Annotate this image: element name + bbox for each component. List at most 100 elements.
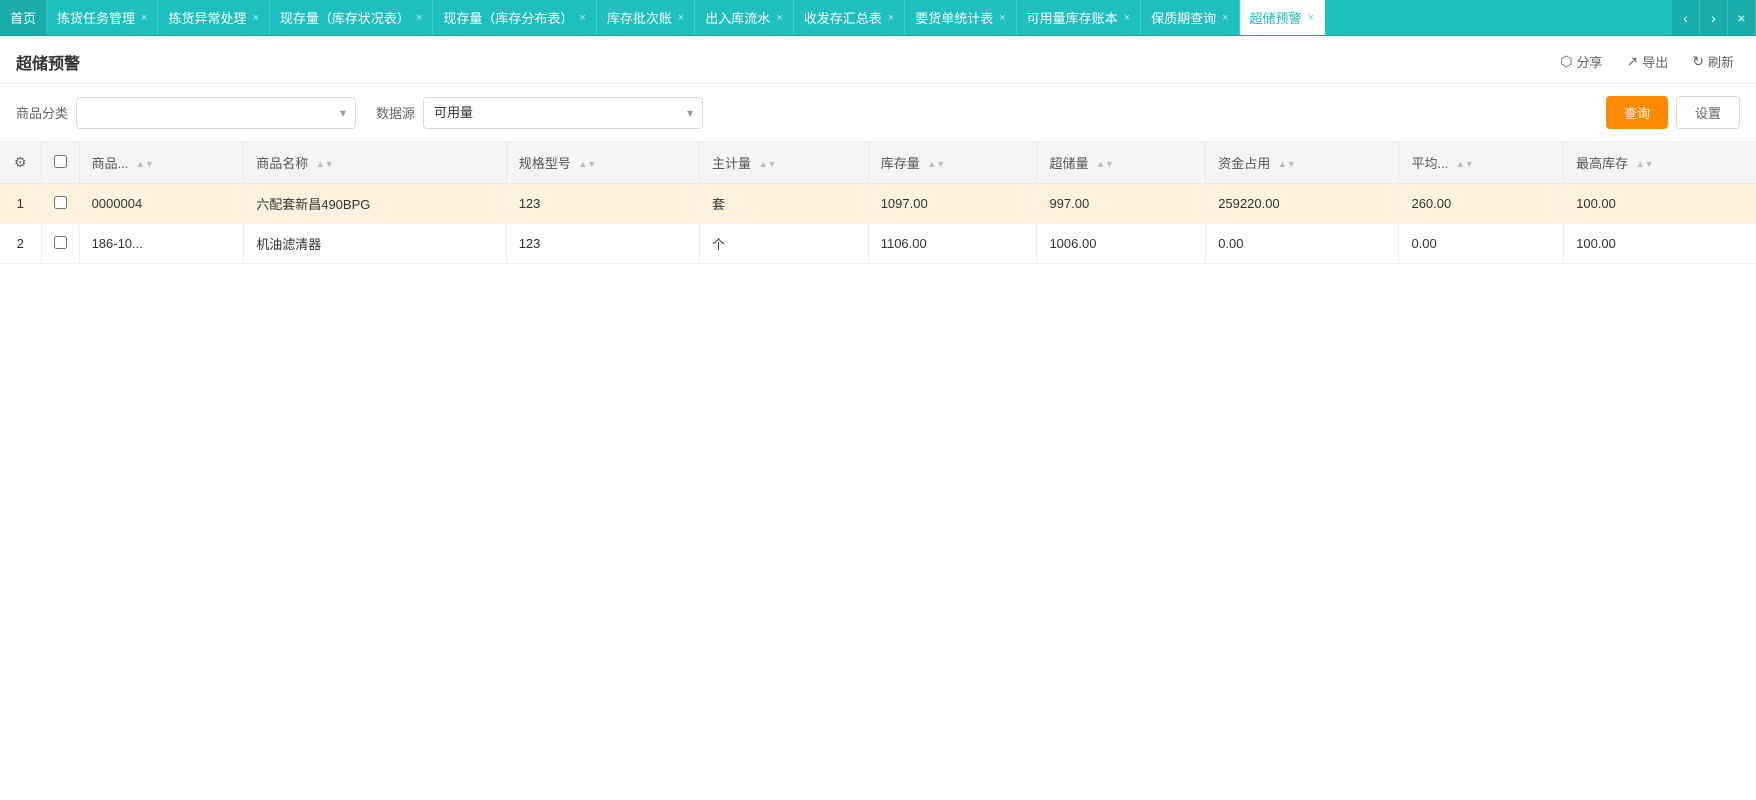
column-settings-button[interactable]: ⚙ <box>12 152 29 173</box>
close-icon[interactable]: × <box>141 12 147 24</box>
nav-item-requisition[interactable]: 要货单统计表 × <box>905 0 1016 36</box>
share-label: 分享 <box>1576 52 1602 71</box>
top-navigation: 首页 拣货任务管理 × 拣货异常处理 × 现存量（库存状况表） × 现存量（库存… <box>0 0 1756 36</box>
row-checkbox-cell <box>41 184 79 224</box>
nav-item-stock-dist[interactable]: 现存量（库存分布表） × <box>433 0 596 36</box>
nav-next-button[interactable]: › <box>1700 0 1728 36</box>
product-spec: 123 <box>506 184 699 224</box>
th-product-name-label: 商品名称 <box>256 156 308 171</box>
close-icon[interactable]: × <box>1308 12 1314 24</box>
category-label: 商品分类 <box>16 103 68 122</box>
product-spec: 123 <box>506 224 699 264</box>
nav-item-task[interactable]: 拣货任务管理 × <box>47 0 158 36</box>
th-avg-label: 平均... <box>1411 156 1448 171</box>
row-checkbox-cell <box>41 224 79 264</box>
th-spec[interactable]: 规格型号 ▲▼ <box>506 142 699 184</box>
table-header-row: ⚙ 商品... ▲▼ 商品名称 ▲▼ 规格型号 ▲▼ <box>0 142 1756 184</box>
nav-label-stock-status: 现存量（库存状况表） <box>280 8 410 27</box>
nav-item-home[interactable]: 首页 <box>0 0 47 36</box>
close-icon[interactable]: × <box>678 12 684 24</box>
product-max-stock: 100.00 <box>1564 184 1756 224</box>
close-icon[interactable]: × <box>999 12 1005 24</box>
filter-area: 商品分类 数据源 可用量 库存量 查询 设置 <box>0 84 1756 142</box>
table-row: 2 186-10... 机油滤清器 123 个 1106.00 1006.00 … <box>0 224 1756 264</box>
nav-item-quality[interactable]: 保质期查询 × <box>1141 0 1239 36</box>
data-table: ⚙ 商品... ▲▼ 商品名称 ▲▼ 规格型号 ▲▼ <box>0 142 1756 264</box>
nav-item-summary[interactable]: 收发存汇总表 × <box>794 0 905 36</box>
nav-item-stock-status[interactable]: 现存量（库存状况表） × <box>270 0 433 36</box>
sort-icon: ▲▼ <box>1278 160 1296 169</box>
th-product-name[interactable]: 商品名称 ▲▼ <box>244 142 506 184</box>
product-over-stock: 1006.00 <box>1037 224 1206 264</box>
refresh-icon: ↻ <box>1692 53 1704 70</box>
th-over-stock[interactable]: 超储量 ▲▼ <box>1037 142 1206 184</box>
close-icon[interactable]: × <box>888 12 894 24</box>
nav-close-button[interactable]: × <box>1728 0 1756 36</box>
th-unit[interactable]: 主计量 ▲▼ <box>699 142 868 184</box>
th-unit-label: 主计量 <box>712 156 751 171</box>
th-capital-use-label: 资金占用 <box>1218 156 1270 171</box>
sort-icon: ▲▼ <box>1096 160 1114 169</box>
row-checkbox[interactable] <box>54 196 67 209</box>
close-icon[interactable]: × <box>579 12 585 24</box>
export-icon: ↗ <box>1627 53 1639 70</box>
page-content: 超储预警 ⬡ 分享 ↗ 导出 ↻ 刷新 商品分类 <box>0 36 1756 800</box>
th-max-stock[interactable]: 最高库存 ▲▼ <box>1564 142 1756 184</box>
close-icon[interactable]: × <box>252 12 258 24</box>
th-product-code[interactable]: 商品... ▲▼ <box>79 142 244 184</box>
sort-icon: ▲▼ <box>1636 160 1654 169</box>
close-icon[interactable]: × <box>416 12 422 24</box>
th-product-code-label: 商品... <box>92 156 129 171</box>
export-button[interactable]: ↗ 导出 <box>1621 48 1675 75</box>
product-max-stock: 100.00 <box>1564 224 1756 264</box>
table-area: ⚙ 商品... ▲▼ 商品名称 ▲▼ 规格型号 ▲▼ <box>0 142 1756 264</box>
product-name: 机油滤清器 <box>244 224 506 264</box>
datasource-select-wrapper: 可用量 库存量 <box>423 97 703 129</box>
datasource-label: 数据源 <box>376 103 415 122</box>
th-over-stock-label: 超储量 <box>1049 156 1088 171</box>
product-stock: 1106.00 <box>868 224 1037 264</box>
close-icon[interactable]: × <box>1222 12 1228 24</box>
share-button[interactable]: ⬡ 分享 <box>1554 48 1608 75</box>
nav-arrows: ‹ › × <box>1672 0 1756 36</box>
th-avg[interactable]: 平均... ▲▼ <box>1399 142 1564 184</box>
th-stock[interactable]: 库存量 ▲▼ <box>868 142 1037 184</box>
filter-group-datasource: 数据源 可用量 库存量 <box>376 97 703 129</box>
category-select[interactable] <box>76 97 356 129</box>
row-number: 2 <box>0 224 41 264</box>
nav-item-batch[interactable]: 库存批次账 × <box>597 0 695 36</box>
sort-icon: ▲▼ <box>136 160 154 169</box>
product-capital-use: 259220.00 <box>1206 184 1399 224</box>
th-settings: ⚙ <box>0 142 41 184</box>
datasource-select[interactable]: 可用量 库存量 <box>423 97 703 129</box>
select-all-checkbox[interactable] <box>54 155 67 168</box>
row-checkbox[interactable] <box>54 236 67 249</box>
settings-button[interactable]: 设置 <box>1676 96 1740 129</box>
product-over-stock: 997.00 <box>1037 184 1206 224</box>
product-unit: 套 <box>699 184 868 224</box>
sort-icon: ▲▼ <box>759 160 777 169</box>
nav-item-inout[interactable]: 出入库流水 × <box>695 0 793 36</box>
page-header: 超储预警 ⬡ 分享 ↗ 导出 ↻ 刷新 <box>0 36 1756 84</box>
close-icon[interactable]: × <box>776 12 782 24</box>
sort-icon: ▲▼ <box>1456 160 1474 169</box>
table-body: 1 0000004 六配套新昌490BPG 123 套 1097.00 997.… <box>0 184 1756 264</box>
nav-label-requisition: 要货单统计表 <box>915 8 993 27</box>
nav-item-exception[interactable]: 拣货异常处理 × <box>158 0 269 36</box>
filter-group-category: 商品分类 <box>16 97 356 129</box>
th-spec-label: 规格型号 <box>519 156 571 171</box>
product-code: 0000004 <box>79 184 244 224</box>
th-capital-use[interactable]: 资金占用 ▲▼ <box>1206 142 1399 184</box>
refresh-button[interactable]: ↻ 刷新 <box>1686 48 1740 75</box>
close-icon[interactable]: × <box>1124 12 1130 24</box>
filter-actions: 查询 设置 <box>1606 96 1740 129</box>
th-stock-label: 库存量 <box>881 156 920 171</box>
table-header: ⚙ 商品... ▲▼ 商品名称 ▲▼ 规格型号 ▲▼ <box>0 142 1756 184</box>
nav-prev-button[interactable]: ‹ <box>1672 0 1700 36</box>
query-button[interactable]: 查询 <box>1606 96 1668 129</box>
export-label: 导出 <box>1642 52 1668 71</box>
row-number: 1 <box>0 184 41 224</box>
nav-item-overstock[interactable]: 超储预警 × <box>1240 0 1325 36</box>
nav-item-available[interactable]: 可用量库存账本 × <box>1017 0 1141 36</box>
sort-icon: ▲▼ <box>316 160 334 169</box>
